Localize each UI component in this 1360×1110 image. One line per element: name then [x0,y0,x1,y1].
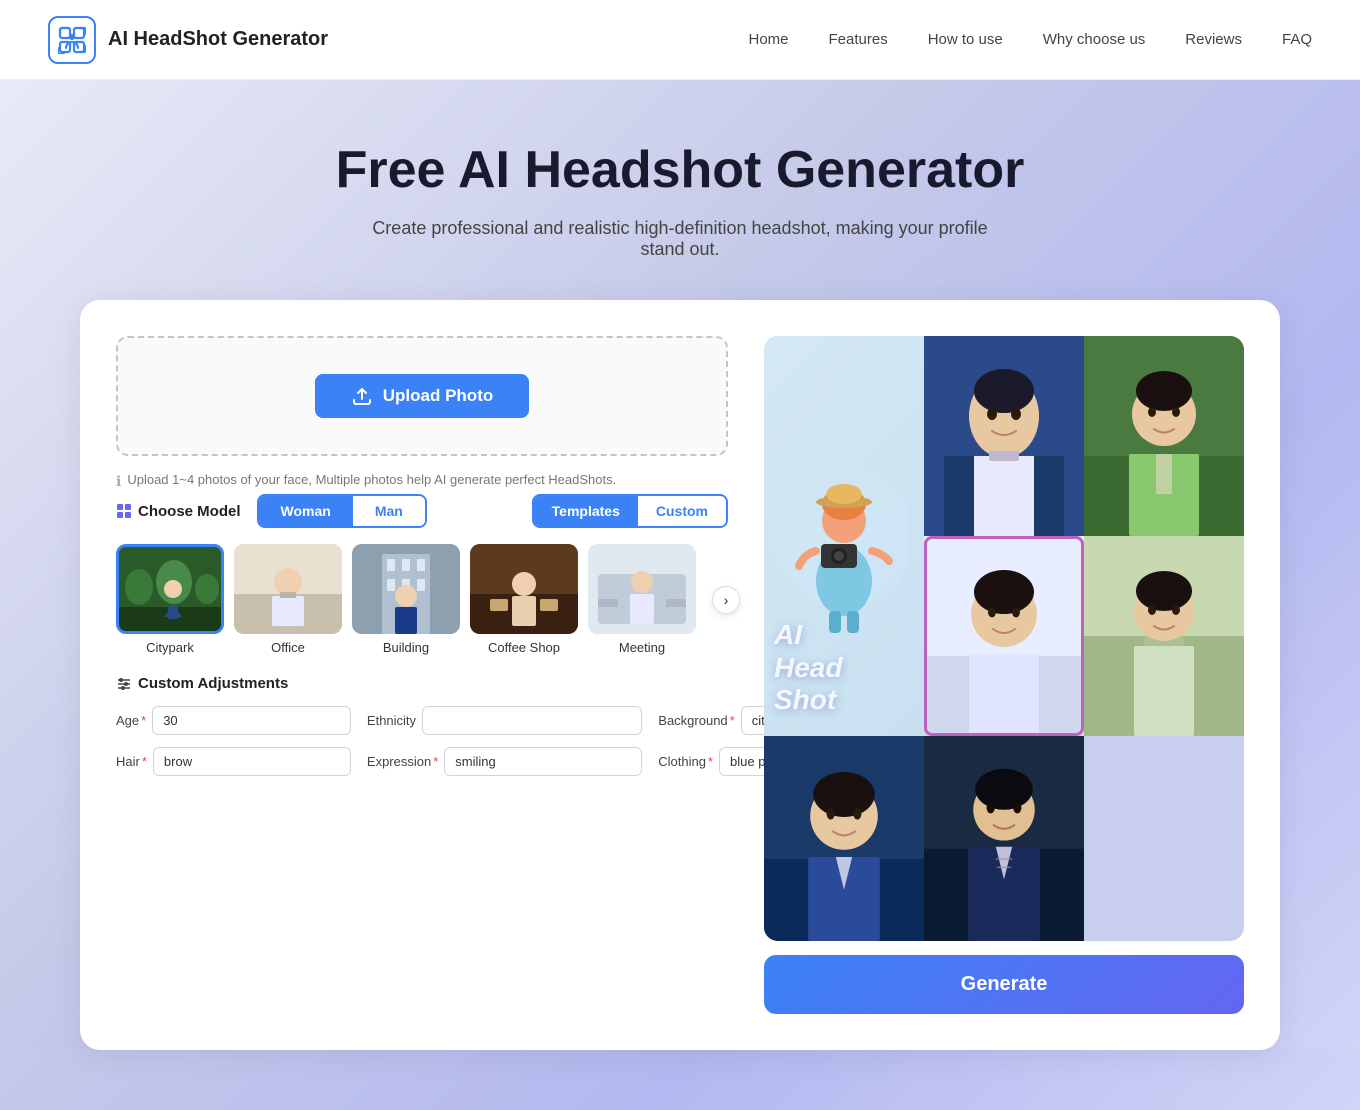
nav-how-to-use[interactable]: How to use [928,31,1003,48]
nav-home[interactable]: Home [748,31,788,48]
thumbnails-next-arrow[interactable]: › [712,586,740,614]
coffeeshop-svg [470,544,578,634]
mosaic-illustration: AIHeadShot [764,336,924,736]
thumb-meeting[interactable]: Meeting [588,544,696,655]
man-toggle[interactable]: Man [353,496,425,526]
adj-expression-label: Expression* [367,754,438,769]
custom-adj-title: Custom Adjustments [116,675,728,692]
portrait-tr-svg [1084,336,1244,536]
nav-why-choose-us[interactable]: Why choose us [1043,31,1146,48]
thumbnails-wrap: Citypark [116,544,728,655]
adj-age-field: Age* [116,706,351,735]
thumb-label-building: Building [383,640,429,655]
adj-ethnicity-label: Ethnicity [367,713,416,728]
adj-ethnicity-field: Ethnicity [367,706,642,735]
hero-title: Free AI Headshot Generator [0,140,1360,200]
thumb-img-meeting [588,544,696,634]
adj-expression-field: Expression* [367,747,642,776]
upload-hint: ℹ Upload 1~4 photos of your face, Multip… [116,472,728,490]
thumb-img-citypark [116,544,224,634]
logo-icon [48,16,96,64]
custom-adjustments: Custom Adjustments Age* Ethnicity [116,675,728,776]
thumb-img-coffeeshop [470,544,578,634]
preview-mosaic: AIHeadShot [764,336,1244,941]
adj-background-label: Background* [658,713,734,728]
adj-icon [116,676,132,692]
nav-links: Home Features How to use Why choose us R… [748,31,1312,48]
thumb-label-office: Office [271,640,305,655]
mosaic-portrait-bl [764,736,924,941]
hair-input[interactable] [153,747,351,776]
thumb-img-building [352,544,460,634]
age-input[interactable] [152,706,351,735]
illustration-figure [779,436,909,636]
upload-area: Upload Photo [116,336,728,456]
template-toggle: Templates Custom [532,494,728,528]
model-icon [116,503,132,519]
navbar: AI HeadShot Generator Home Features How … [0,0,1360,80]
building-svg [352,544,460,634]
adj-hair-label: Hair* [116,754,147,769]
thumb-img-office [234,544,342,634]
model-row: Choose Model Woman Man Templates Custom [116,494,728,528]
right-panel: AIHeadShot [764,336,1244,1014]
thumb-building[interactable]: Building [352,544,460,655]
thumb-office[interactable]: Office [234,544,342,655]
portrait-mr-svg [1084,536,1244,736]
nav-reviews[interactable]: Reviews [1185,31,1242,48]
office-svg [234,544,342,634]
templates-toggle[interactable]: Templates [534,496,638,526]
hero-subtitle: Create professional and realistic high-d… [360,218,1000,260]
thumb-label-citypark: Citypark [146,640,194,655]
woman-toggle[interactable]: Woman [259,496,353,526]
mosaic-portrait-tr [1084,336,1244,536]
expression-input[interactable] [444,747,642,776]
upload-button[interactable]: Upload Photo [315,374,529,418]
hero-section: Free AI Headshot Generator Create profes… [0,80,1360,1050]
thumbnails-list: Citypark [116,544,728,655]
citypark-svg [119,547,224,634]
gender-toggle: Woman Man [257,494,427,528]
mosaic-portrait-tl [924,336,1084,536]
ethnicity-input[interactable] [422,706,642,735]
thumb-coffeeshop[interactable]: Coffee Shop [470,544,578,655]
mosaic-portrait-ml [924,536,1084,736]
nav-features[interactable]: Features [829,31,888,48]
main-card: Upload Photo ℹ Upload 1~4 photos of your… [80,300,1280,1050]
adj-grid: Age* Ethnicity Background* [116,706,728,776]
upload-icon [351,387,373,405]
thumb-label-meeting: Meeting [619,640,665,655]
generate-button[interactable]: Generate [764,955,1244,1014]
adj-age-label: Age* [116,713,146,728]
nav-faq[interactable]: FAQ [1282,31,1312,48]
left-panel: Upload Photo ℹ Upload 1~4 photos of your… [116,336,728,1014]
nav-logo: AI HeadShot Generator [48,16,328,64]
mosaic-portrait-br [924,736,1084,941]
portrait-bl-svg [764,736,924,941]
logo-text: AI HeadShot Generator [108,28,328,51]
thumb-label-coffeeshop: Coffee Shop [488,640,560,655]
meeting-svg [588,544,696,634]
adj-hair-field: Hair* [116,747,351,776]
thumb-citypark[interactable]: Citypark [116,544,224,655]
portrait-tl-svg [924,336,1084,536]
portrait-br-svg [924,736,1084,941]
custom-toggle[interactable]: Custom [638,496,726,526]
info-icon: ℹ [116,473,121,490]
mosaic-portrait-mr [1084,536,1244,736]
portrait-ml-svg [924,536,1084,736]
adj-clothing-label: Clothing* [658,754,713,769]
ai-text-overlay: AIHeadShot [774,619,842,716]
model-label: Choose Model [116,503,241,520]
